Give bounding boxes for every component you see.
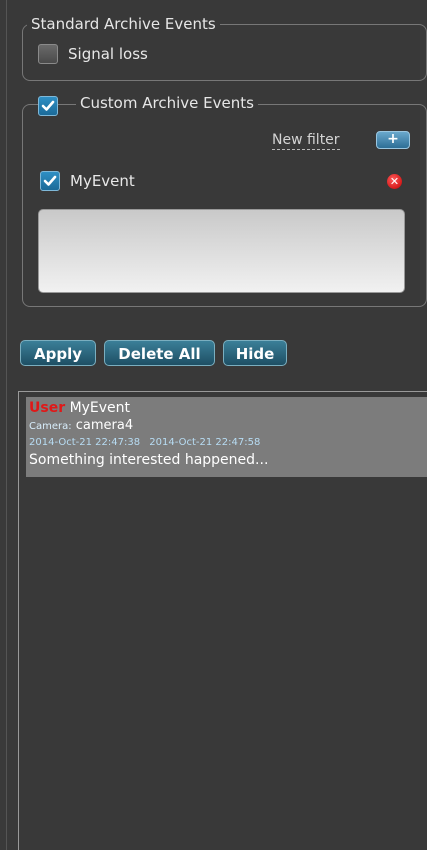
camera-name: camera4 [75, 418, 134, 433]
signal-loss-label: Signal loss [68, 45, 148, 63]
checkmark-icon [41, 100, 55, 111]
filter-description-box[interactable] [38, 209, 405, 293]
hide-button[interactable]: Hide [223, 340, 287, 366]
event-type: User [29, 400, 66, 416]
apply-button[interactable]: Apply [20, 340, 96, 366]
remove-filter-icon[interactable]: ✕ [387, 174, 402, 189]
event-start-time: 2014-Oct-21 22:47:38 [29, 437, 141, 448]
custom-archive-events-legend: Custom Archive Events [76, 94, 258, 112]
filter-myevent-label: MyEvent [70, 172, 135, 190]
add-filter-button[interactable]: + [376, 131, 410, 149]
checkmark-icon [43, 175, 57, 186]
list-item[interactable]: User MyEvent Camera: camera4 2014-Oct-21… [26, 397, 427, 477]
delete-all-button[interactable]: Delete All [104, 340, 215, 366]
custom-archive-events-checkbox[interactable] [38, 96, 58, 116]
camera-label: Camera: [29, 421, 72, 432]
standard-archive-events-legend: Standard Archive Events [27, 15, 220, 33]
event-end-time: 2014-Oct-21 22:47:58 [149, 437, 261, 448]
new-filter-link[interactable]: New filter [272, 131, 340, 150]
filter-myevent-checkbox[interactable] [40, 171, 60, 191]
event-name: MyEvent [69, 400, 131, 416]
plus-icon: + [387, 131, 399, 147]
signal-loss-checkbox[interactable] [38, 44, 58, 64]
event-description: Something interested happened... [29, 452, 269, 468]
